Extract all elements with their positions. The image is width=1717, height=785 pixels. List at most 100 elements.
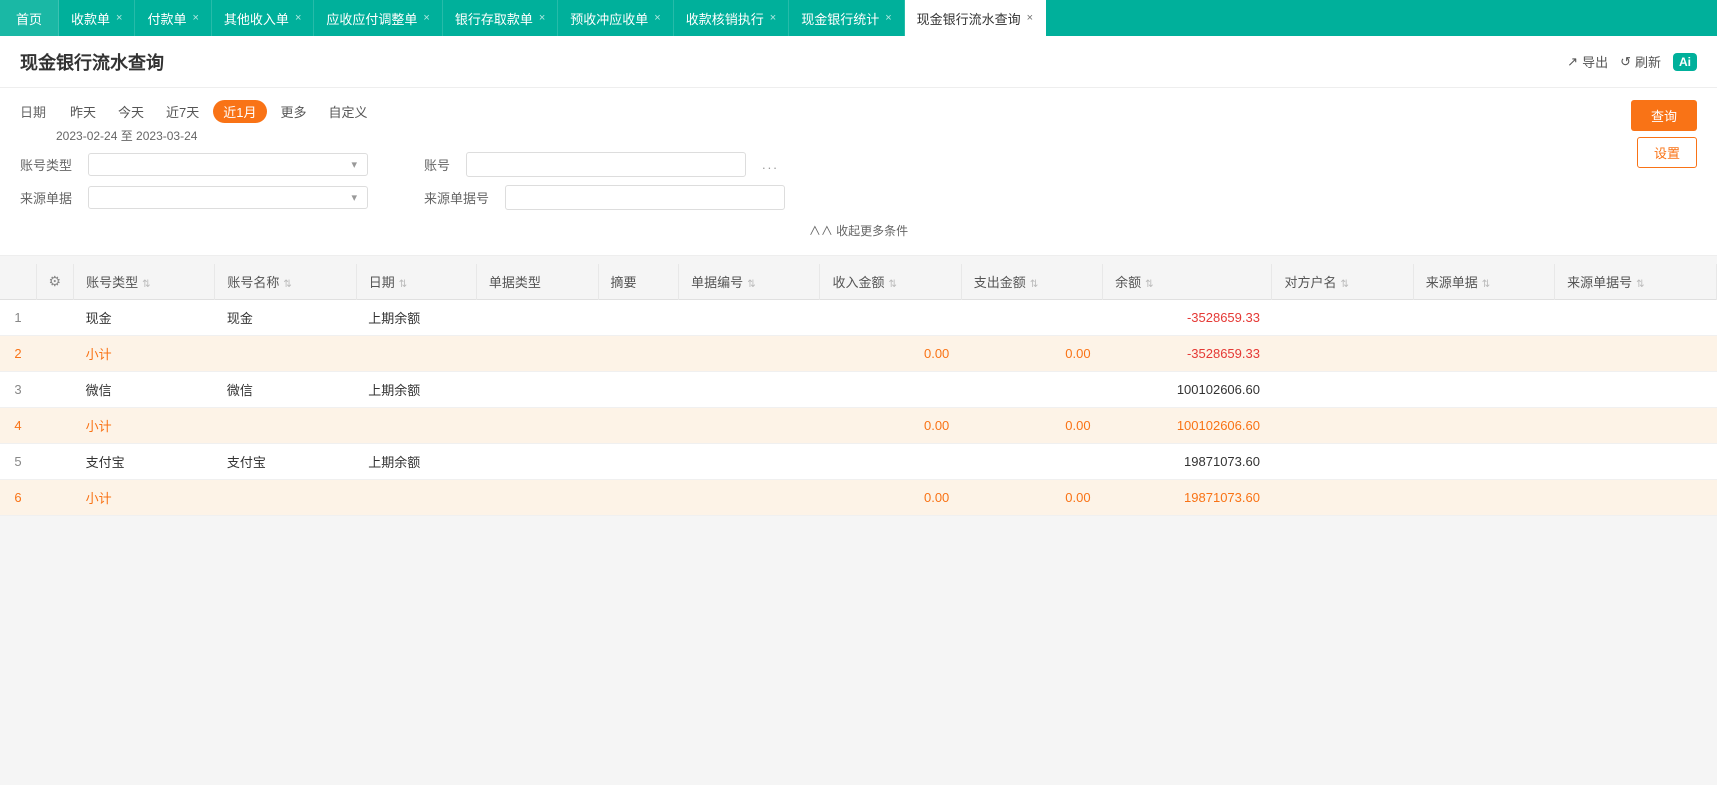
col-doc_no[interactable]: 单据编号⇅ xyxy=(679,264,820,300)
row-number: 5 xyxy=(0,444,36,480)
cell-balance: 100102606.60 xyxy=(1103,372,1272,408)
nav-tab[interactable]: 付款单 × xyxy=(135,0,211,36)
col-num xyxy=(0,264,36,300)
nav-tab-label: 付款单 xyxy=(147,9,186,28)
account-type-select[interactable]: ▾ xyxy=(88,153,368,176)
nav-tab[interactable]: 收款单× xyxy=(59,0,135,36)
close-icon[interactable]: × xyxy=(770,12,776,24)
cell-doc_type xyxy=(476,300,598,336)
nav-tab[interactable]: 收款核销执行× xyxy=(674,0,789,36)
date-option[interactable]: 近7天 xyxy=(158,100,207,123)
date-option[interactable]: 更多 xyxy=(273,100,315,123)
col-counterparty[interactable]: 对方户名⇅ xyxy=(1272,264,1413,300)
nav-tab-label: 现金银行流水查询 xyxy=(917,9,1021,28)
date-option[interactable]: 近1月 xyxy=(213,100,266,123)
cell-source_doc xyxy=(1413,480,1554,516)
filter-buttons: 查询 设置 xyxy=(1631,100,1697,168)
cell-source_doc_no xyxy=(1555,336,1717,372)
cell-account_name: 支付宝 xyxy=(215,444,356,480)
close-icon[interactable]: × xyxy=(192,12,198,24)
export-button[interactable]: ↗ 导出 xyxy=(1567,52,1608,71)
cell-doc_no xyxy=(679,336,820,372)
col-source_doc_no[interactable]: 来源单据号⇅ xyxy=(1555,264,1717,300)
col-account_name[interactable]: 账号名称⇅ xyxy=(215,264,356,300)
close-icon[interactable]: × xyxy=(885,12,891,24)
date-option[interactable]: 自定义 xyxy=(321,100,376,123)
close-icon[interactable]: × xyxy=(654,12,660,24)
nav-tab[interactable]: 其他收入单× xyxy=(212,0,314,36)
cell-account_type: 小计 xyxy=(74,408,215,444)
row-number: 6 xyxy=(0,480,36,516)
row-number: 1 xyxy=(0,300,36,336)
cell-summary xyxy=(598,480,679,516)
close-icon[interactable]: × xyxy=(539,12,545,24)
cell-counterparty xyxy=(1272,480,1413,516)
col-date[interactable]: 日期⇅ xyxy=(356,264,476,300)
col-source_doc[interactable]: 来源单据⇅ xyxy=(1413,264,1554,300)
close-icon[interactable]: × xyxy=(116,12,122,24)
source-doc-label: 来源单据 xyxy=(20,188,72,207)
nav-tab[interactable]: 银行存取款单× xyxy=(443,0,558,36)
nav-tab-label: 预收冲应收单 xyxy=(570,9,648,28)
collapse-bar[interactable]: ∧∧ 收起更多条件 xyxy=(20,218,1697,243)
date-option[interactable]: 今天 xyxy=(110,100,152,123)
source-doc-select[interactable]: ▾ xyxy=(88,186,368,209)
query-button[interactable]: 查询 xyxy=(1631,100,1697,131)
cell-summary xyxy=(598,444,679,480)
cell-expense: 0.00 xyxy=(961,408,1102,444)
date-option[interactable]: 昨天 xyxy=(62,100,104,123)
ai-badge[interactable]: Ai xyxy=(1673,53,1697,71)
account-type-label: 账号类型 xyxy=(20,155,72,174)
cell-account_name xyxy=(215,408,356,444)
account-no-more[interactable]: ... xyxy=(762,157,779,172)
page-title: 现金银行流水查询 xyxy=(20,49,164,75)
nav-home[interactable]: 首页 xyxy=(0,0,59,36)
account-no-input[interactable] xyxy=(466,152,746,177)
cell-date xyxy=(356,480,476,516)
col-account_type[interactable]: 账号类型⇅ xyxy=(74,264,215,300)
cell-doc_type xyxy=(476,408,598,444)
source-doc-no-label: 来源单据号 xyxy=(424,188,489,207)
settings-button[interactable]: 设置 xyxy=(1637,137,1697,168)
header-actions: ↗ 导出 ↺ 刷新 Ai xyxy=(1567,52,1697,71)
col-income[interactable]: 收入金额⇅ xyxy=(820,264,961,300)
col-balance[interactable]: 余额⇅ xyxy=(1103,264,1272,300)
cell-counterparty xyxy=(1272,300,1413,336)
source-doc-no-input[interactable] xyxy=(505,185,785,210)
sort-icon: ⇅ xyxy=(1340,279,1348,290)
cell-doc_no xyxy=(679,408,820,444)
row-gear-cell xyxy=(36,372,74,408)
cell-account_type: 小计 xyxy=(74,480,215,516)
cell-doc_no xyxy=(679,444,820,480)
nav-tab[interactable]: 应收应付调整单× xyxy=(314,0,442,36)
gear-icon[interactable]: ⚙ xyxy=(49,273,62,289)
cell-date: 上期余额 xyxy=(356,372,476,408)
col-expense[interactable]: 支出金额⇅ xyxy=(961,264,1102,300)
cell-summary xyxy=(598,408,679,444)
date-options: 昨天今天近7天近1月更多自定义 xyxy=(62,100,376,123)
nav-tab[interactable]: 现金银行统计× xyxy=(789,0,904,36)
cell-doc_no xyxy=(679,372,820,408)
close-icon[interactable]: × xyxy=(1027,12,1033,24)
cell-source_doc xyxy=(1413,336,1554,372)
top-nav: 首页 收款单×付款单×其他收入单×应收应付调整单×银行存取款单×预收冲应收单×收… xyxy=(0,0,1717,36)
cell-source_doc xyxy=(1413,300,1554,336)
cell-counterparty xyxy=(1272,444,1413,480)
cell-summary xyxy=(598,336,679,372)
nav-tab[interactable]: 预收冲应收单 × xyxy=(558,0,673,36)
nav-tab[interactable]: 现金银行流水查询 × xyxy=(905,0,1046,36)
data-table: ⚙账号类型⇅账号名称⇅日期⇅单据类型摘要单据编号⇅收入金额⇅支出金额⇅余额⇅对方… xyxy=(0,264,1717,516)
cell-date: 上期余额 xyxy=(356,300,476,336)
close-icon[interactable]: × xyxy=(423,12,429,24)
cell-account_type: 小计 xyxy=(74,336,215,372)
table-row: 5支付宝支付宝上期余额19871073.60 xyxy=(0,444,1717,480)
filter-area: 日期 昨天今天近7天近1月更多自定义 2023-02-24 至 2023-03-… xyxy=(0,88,1717,256)
close-icon[interactable]: × xyxy=(295,12,301,24)
cell-counterparty xyxy=(1272,408,1413,444)
sort-icon: ⇅ xyxy=(1145,279,1153,290)
sort-icon: ⇅ xyxy=(1636,279,1644,290)
cell-income xyxy=(820,444,961,480)
cell-source_doc_no xyxy=(1555,372,1717,408)
refresh-button[interactable]: ↺ 刷新 xyxy=(1620,52,1661,71)
cell-doc_no xyxy=(679,300,820,336)
